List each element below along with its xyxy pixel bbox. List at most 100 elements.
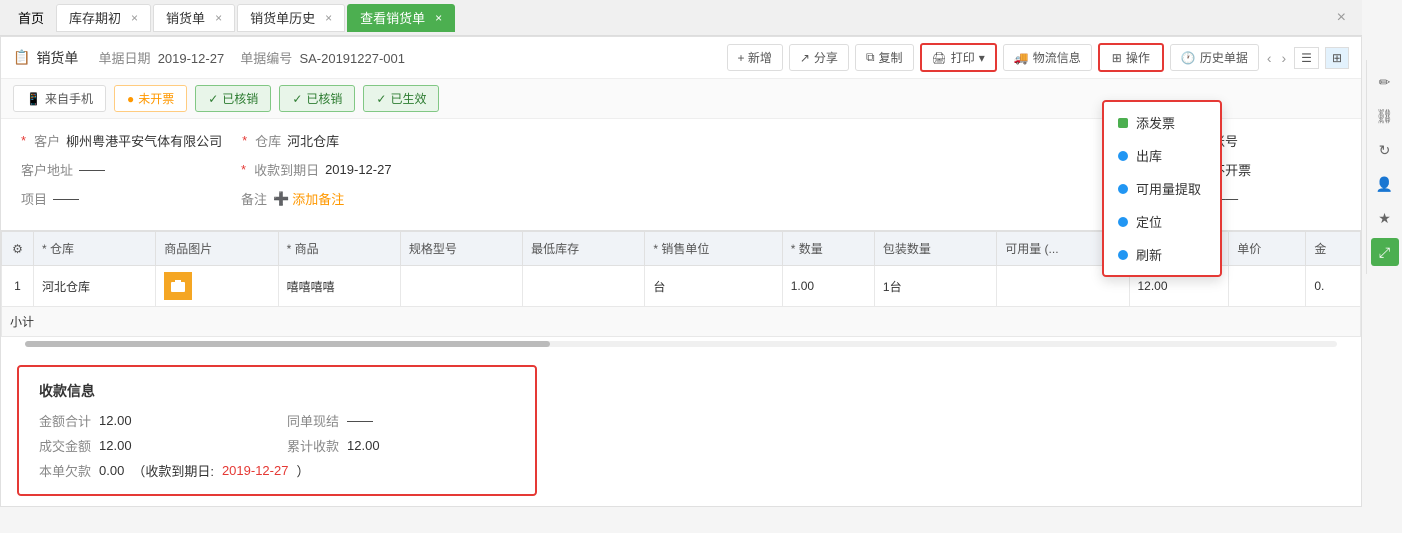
print-button[interactable]: 🖨 打印 ▾: [920, 43, 997, 72]
deal-amount-item: 成交金额 12.00: [39, 436, 267, 455]
close-view-sales-tab[interactable]: ×: [435, 11, 442, 25]
cumulative-value: 12.00: [347, 438, 380, 453]
total-amount-item: 金额合计 12.00: [39, 411, 267, 430]
row-product-img: [156, 266, 278, 307]
add-invoice-label: 添发票: [1136, 113, 1175, 132]
add-note-button[interactable]: ➕ 添加备注: [273, 189, 344, 208]
row-amount: 0.: [1306, 266, 1361, 307]
ops-dropdown-menu: 添发票 出库 可用量提取 定位 刷新: [1102, 100, 1222, 277]
add-invoice-icon: [1118, 118, 1128, 128]
doc-number-label: 单据编号 SA-20191227-001: [240, 48, 405, 67]
window-close-button[interactable]: ×: [1329, 9, 1354, 27]
tab-bar: 首页 库存期初 × 销货单 × 销货单历史 × 查看销货单 × ×: [0, 0, 1362, 36]
logistics-button[interactable]: 🚚 物流信息: [1003, 44, 1092, 71]
th-min-stock: 最低库存: [523, 232, 645, 266]
table-scrollbar[interactable]: [25, 341, 1337, 347]
row-min-stock: [523, 266, 645, 307]
doc-number-value: SA-20191227-001: [299, 51, 405, 66]
note-field: 备注 ➕ 添加备注: [241, 189, 1121, 208]
address-field: 客户地址 ——: [21, 160, 221, 179]
th-product-img: 商品图片: [156, 232, 278, 266]
share-button[interactable]: ↗ 分享: [789, 44, 849, 71]
warehouse-field: * 仓库 河北仓库: [242, 131, 1121, 150]
address-value: ——: [79, 162, 105, 177]
row-spec: [400, 266, 522, 307]
close-inventory-tab[interactable]: ×: [131, 11, 138, 25]
tab-inventory-init[interactable]: 库存期初 ×: [56, 4, 151, 32]
sold-icon: ✓: [292, 92, 302, 106]
share-icon: ↗: [800, 51, 810, 65]
th-spec: 规格型号: [400, 232, 522, 266]
available-qty-icon: [1118, 184, 1128, 194]
warehouse-value: 河北仓库: [287, 131, 339, 150]
th-amount: 金: [1306, 232, 1361, 266]
overdue-note: （收款到期日:: [132, 461, 214, 480]
cumulative-item: 累计收款 12.00: [287, 436, 515, 455]
effective-status-button[interactable]: ✓ 已生效: [363, 85, 439, 112]
sidebar-link-icon[interactable]: ⛓: [1371, 102, 1399, 130]
ops-available-qty[interactable]: 可用量提取: [1104, 172, 1220, 205]
close-history-tab[interactable]: ×: [325, 11, 332, 25]
ops-grid-icon: ⊞: [1112, 51, 1122, 65]
locate-label: 定位: [1136, 212, 1162, 231]
new-button[interactable]: + 新增: [727, 44, 783, 71]
overdue-value: 0.00: [99, 463, 124, 478]
th-pack-qty: 包装数量: [874, 232, 996, 266]
close-sales-tab[interactable]: ×: [215, 11, 222, 25]
row-num: 1: [2, 266, 34, 307]
overdue-item: 本单欠款 0.00 （收款到期日: 2019-12-27 ）: [39, 461, 515, 480]
row-sales-unit: 台: [645, 266, 782, 307]
th-product: * 商品: [278, 232, 400, 266]
tab-home[interactable]: 首页: [8, 8, 54, 27]
locate-icon: [1118, 217, 1128, 227]
ops-add-invoice[interactable]: 添发票: [1104, 106, 1220, 139]
payment-due-value: 2019-12-27: [325, 162, 392, 177]
add-note-plus: ➕: [273, 191, 289, 207]
effective-icon: ✓: [376, 92, 386, 106]
sidebar-expand-icon[interactable]: ⤢: [1371, 238, 1399, 266]
ops-refresh[interactable]: 刷新: [1104, 238, 1220, 271]
doc-title: 📋 销货单: [13, 48, 78, 68]
mobile-source-button[interactable]: 📱 来自手机: [13, 85, 106, 112]
ops-button[interactable]: ⊞ 操作: [1098, 43, 1164, 72]
invoice-status-button[interactable]: ● 未开票: [114, 85, 187, 112]
grid-view-button[interactable]: ⊞: [1325, 47, 1349, 69]
verify-status-button[interactable]: ✓ 已核销: [195, 85, 271, 112]
warehouse-required: *: [242, 133, 247, 148]
row-unit-price: [1229, 266, 1306, 307]
tab-sales-order[interactable]: 销货单 ×: [153, 4, 235, 32]
sidebar-edit-icon[interactable]: ✏: [1371, 68, 1399, 96]
doc-icon: 📋: [13, 49, 30, 66]
th-sales-unit: * 销售单位: [645, 232, 782, 266]
th-settings[interactable]: ⚙: [2, 232, 34, 266]
copy-button[interactable]: ⧉ 复制: [855, 44, 914, 71]
tab-sales-history[interactable]: 销货单历史 ×: [237, 4, 345, 32]
same-order-item: 同单现结 ——: [287, 411, 515, 430]
history-button[interactable]: 🕐 历史单据: [1170, 44, 1259, 71]
history-icon: 🕐: [1181, 51, 1196, 65]
tab-view-sales[interactable]: 查看销货单 ×: [347, 4, 455, 32]
doc-toolbar: 📋 销货单 单据日期 2019-12-27 单据编号 SA-20191227-0…: [1, 37, 1361, 79]
row-qty: 1.00: [782, 266, 874, 307]
invoice-dot: ●: [127, 92, 134, 106]
payment-due-field: * 收款到期日 2019-12-27: [241, 160, 1121, 179]
sidebar-star-icon[interactable]: ★: [1371, 204, 1399, 232]
payment-title: 收款信息: [39, 381, 515, 401]
overdue-date: 2019-12-27: [222, 463, 289, 478]
total-amount-value: 12.00: [99, 413, 132, 428]
customer-required: *: [21, 133, 26, 148]
ops-locate[interactable]: 定位: [1104, 205, 1220, 238]
sold-status-button[interactable]: ✓ 已核销: [279, 85, 355, 112]
toolbar-right: + 新增 ↗ 分享 ⧉ 复制 🖨 打印 ▾ 🚚 物流信息: [727, 43, 1349, 72]
sidebar-user-icon[interactable]: 👤: [1371, 170, 1399, 198]
list-view-button[interactable]: ☰: [1294, 47, 1319, 69]
sidebar-rotate-icon[interactable]: ↻: [1371, 136, 1399, 164]
payment-section: 收款信息 金额合计 12.00 同单现结 —— 成交金额 12.00 累计收款 …: [17, 365, 537, 496]
available-qty-label: 可用量提取: [1136, 179, 1201, 198]
nav-next-arrow[interactable]: ›: [1280, 50, 1289, 66]
print-dropdown-arrow: ▾: [979, 51, 985, 65]
nav-prev-arrow[interactable]: ‹: [1265, 50, 1274, 66]
doc-date-value: 2019-12-27: [158, 51, 225, 66]
payment-grid: 金额合计 12.00 同单现结 —— 成交金额 12.00 累计收款 12.00…: [39, 411, 515, 480]
ops-outbound[interactable]: 出库: [1104, 139, 1220, 172]
